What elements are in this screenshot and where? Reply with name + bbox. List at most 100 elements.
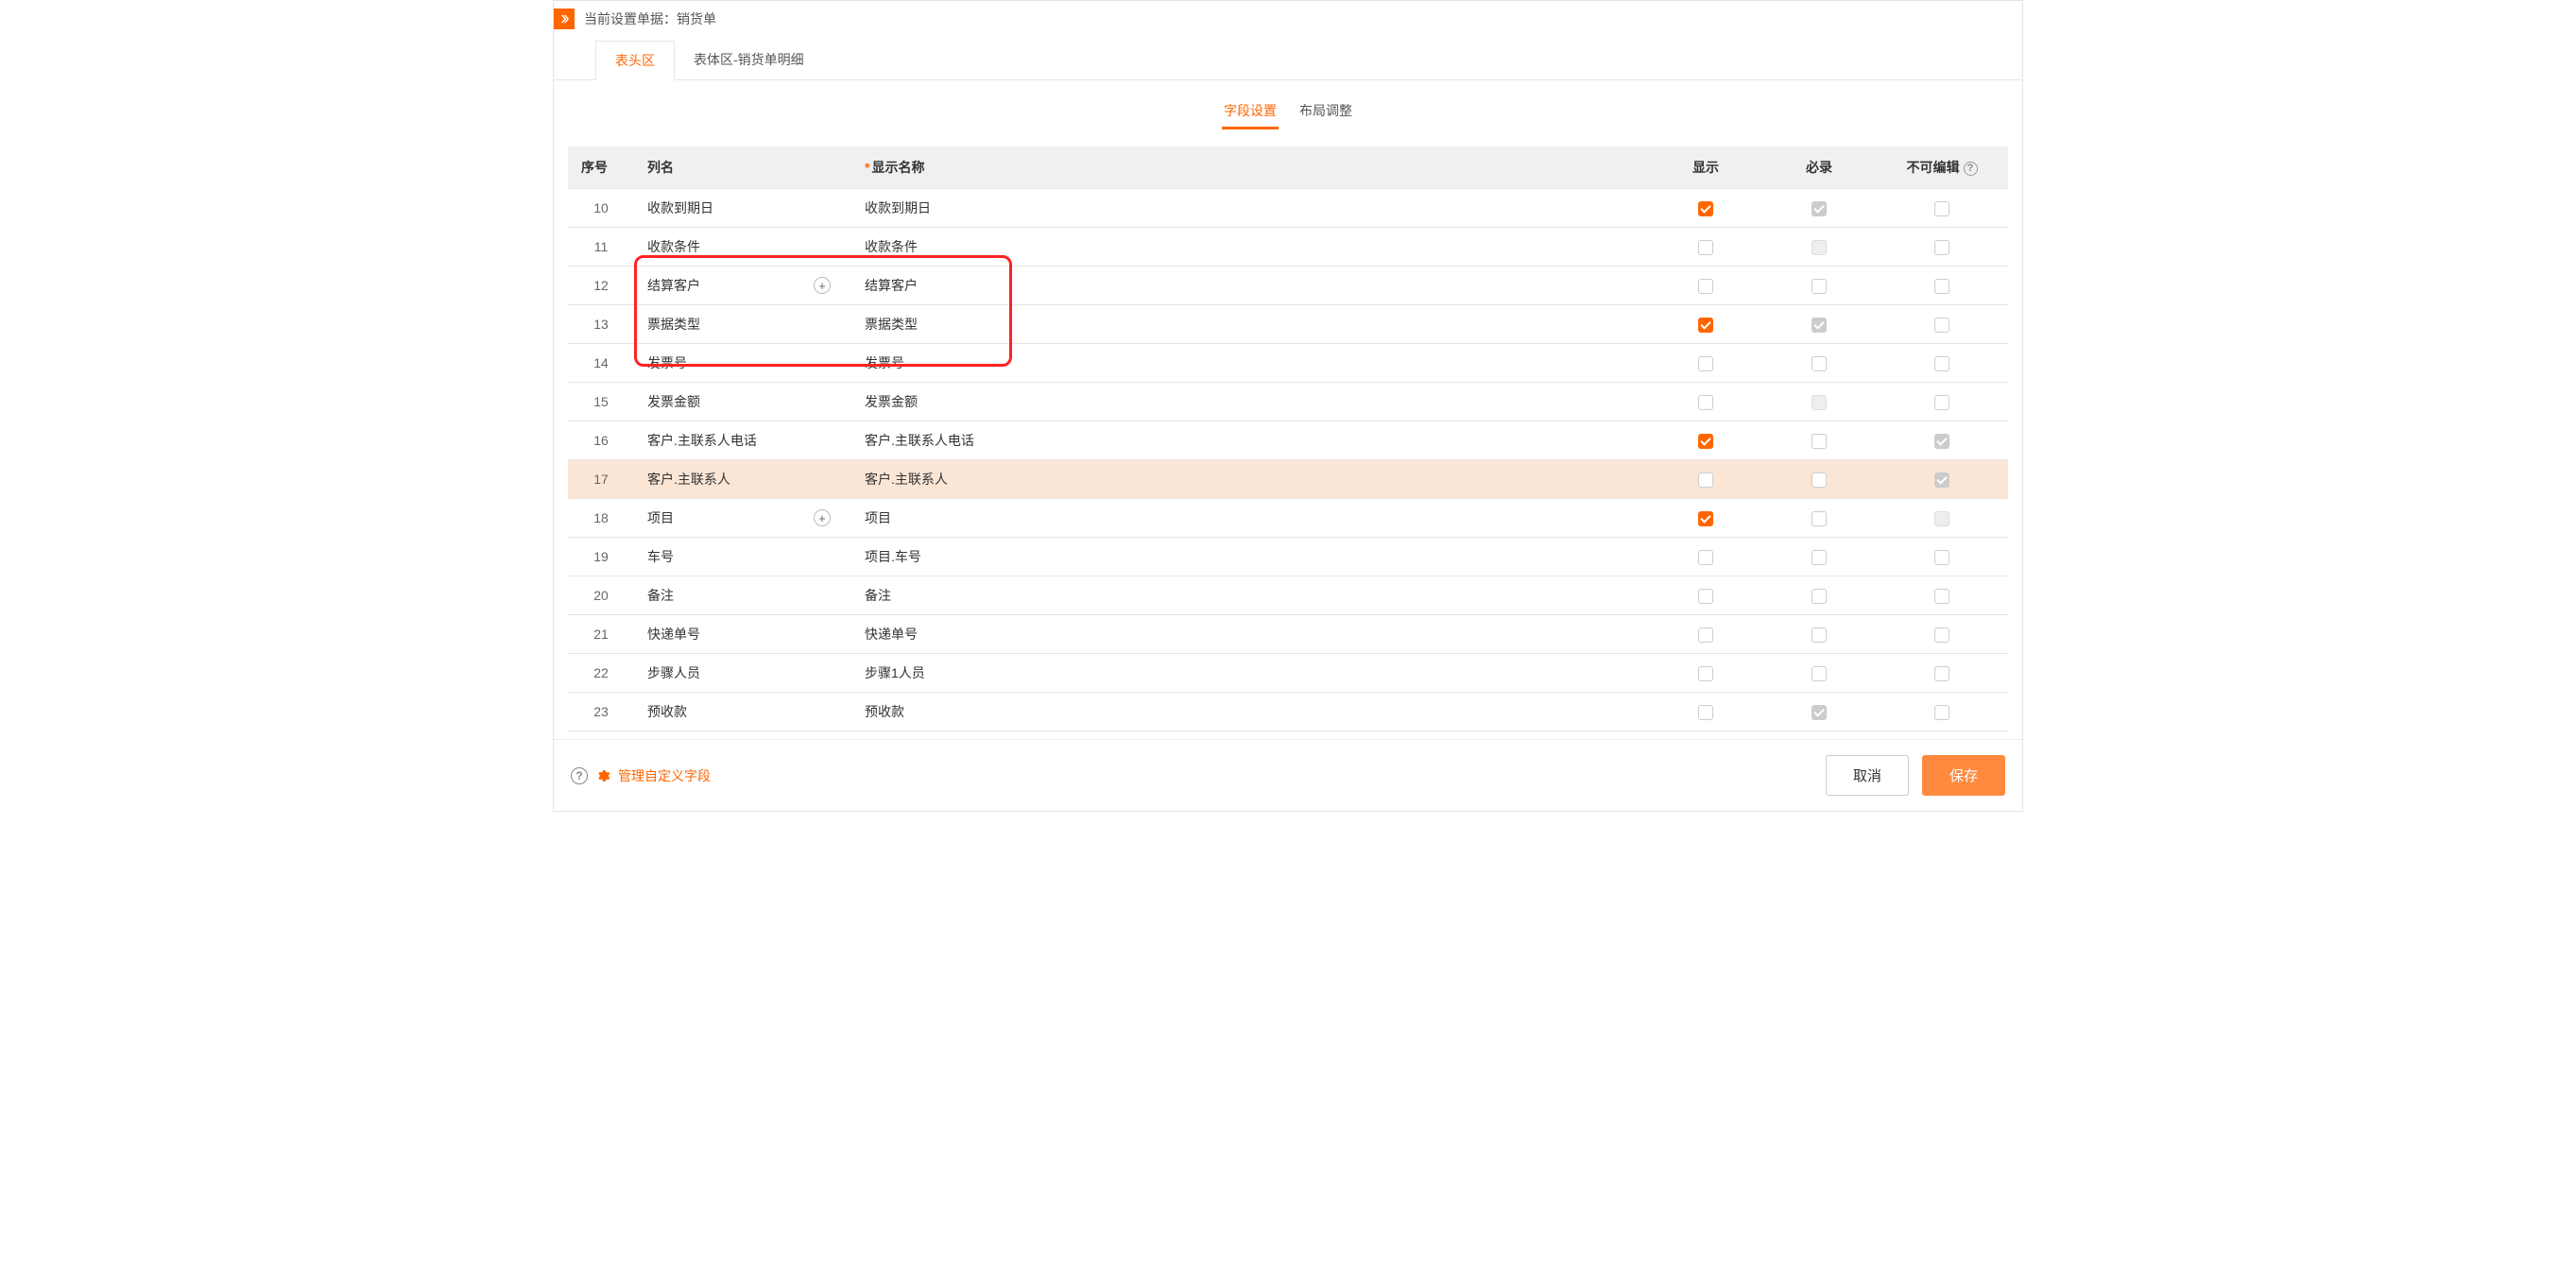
table-row[interactable]: 13票据类型票据类型 (568, 305, 2008, 344)
checkbox-required[interactable] (1812, 627, 1827, 643)
checkbox-show[interactable] (1698, 666, 1713, 681)
checkbox-required (1812, 201, 1827, 216)
checkbox-show[interactable] (1698, 550, 1713, 565)
row-seq: 23 (568, 693, 634, 731)
row-name: 项目+ (634, 499, 851, 538)
checkbox-noneditable[interactable] (1934, 395, 1949, 410)
sub-tab-1[interactable]: 布局调整 (1297, 97, 1354, 129)
gear-icon (595, 768, 610, 783)
checkbox-noneditable[interactable] (1934, 201, 1949, 216)
table-row[interactable]: 21快递单号快递单号 (568, 615, 2008, 654)
table-row[interactable]: 15发票金额发票金额 (568, 383, 2008, 421)
checkbox-show[interactable] (1698, 395, 1713, 410)
checkbox-required[interactable] (1812, 511, 1827, 526)
checkbox-noneditable[interactable] (1934, 705, 1949, 720)
save-button[interactable]: 保存 (1922, 755, 2005, 796)
table-row[interactable]: 14发票号发票号 (568, 344, 2008, 383)
checkbox-required (1812, 318, 1827, 333)
checkbox-required[interactable] (1812, 356, 1827, 371)
checkbox-show[interactable] (1698, 201, 1713, 216)
col-non-editable: 不可编辑? (1876, 146, 2008, 189)
row-display-name[interactable]: 客户.主联系人 (851, 460, 1649, 499)
row-display-name[interactable]: 发票金额 (851, 383, 1649, 421)
table-row[interactable]: 22步骤人员步骤1人员 (568, 654, 2008, 693)
row-seq: 11 (568, 228, 634, 266)
checkbox-noneditable[interactable] (1934, 666, 1949, 681)
checkbox-noneditable[interactable] (1934, 240, 1949, 255)
table-row[interactable]: 19车号项目.车号 (568, 538, 2008, 576)
checkbox-noneditable[interactable] (1934, 356, 1949, 371)
row-display-name[interactable]: 收款条件 (851, 228, 1649, 266)
table-row[interactable]: 16客户.主联系人电话客户.主联系人电话 (568, 421, 2008, 460)
row-display-name[interactable]: 预收款 (851, 693, 1649, 731)
row-seq: 18 (568, 499, 634, 538)
checkbox-noneditable[interactable] (1934, 589, 1949, 604)
row-name: 收款到期日 (634, 189, 851, 228)
checkbox-noneditable[interactable] (1934, 627, 1949, 643)
checkbox-show[interactable] (1698, 627, 1713, 643)
help-icon[interactable]: ? (571, 767, 588, 784)
checkbox-show[interactable] (1698, 279, 1713, 294)
checkbox-noneditable (1934, 511, 1949, 526)
checkbox-required[interactable] (1812, 434, 1827, 449)
checkbox-show[interactable] (1698, 318, 1713, 333)
table-row[interactable]: 17客户.主联系人客户.主联系人 (568, 460, 2008, 499)
table-row[interactable]: 20备注备注 (568, 576, 2008, 615)
row-name: 步骤人员 (634, 654, 851, 693)
row-name: 预收款 (634, 693, 851, 731)
row-seq: 10 (568, 189, 634, 228)
row-seq: 17 (568, 460, 634, 499)
row-name: 结算客户+ (634, 266, 851, 305)
checkbox-required[interactable] (1812, 589, 1827, 604)
sub-tab-0[interactable]: 字段设置 (1222, 97, 1279, 129)
col-display-name: *显示名称 (851, 146, 1649, 189)
row-display-name[interactable]: 票据类型 (851, 305, 1649, 344)
checkbox-show[interactable] (1698, 356, 1713, 371)
row-seq: 22 (568, 654, 634, 693)
checkbox-noneditable[interactable] (1934, 318, 1949, 333)
checkbox-required[interactable] (1812, 279, 1827, 294)
checkbox-required (1812, 240, 1827, 255)
row-name: 车号 (634, 538, 851, 576)
row-name: 收款条件 (634, 228, 851, 266)
plus-icon[interactable]: + (814, 509, 831, 526)
field-settings-table: 序号 列名 *显示名称 显示 必录 不可编辑? 10收款到期日收款到期日11收款… (568, 146, 2008, 731)
col-name: 列名 (634, 146, 851, 189)
row-name: 快递单号 (634, 615, 851, 654)
row-display-name[interactable]: 备注 (851, 576, 1649, 615)
row-display-name[interactable]: 项目.车号 (851, 538, 1649, 576)
checkbox-required[interactable] (1812, 473, 1827, 488)
tab-1[interactable]: 表体区-销货单明细 (675, 41, 823, 79)
row-display-name[interactable]: 收款到期日 (851, 189, 1649, 228)
checkbox-noneditable (1934, 473, 1949, 488)
checkbox-show[interactable] (1698, 434, 1713, 449)
checkbox-show[interactable] (1698, 511, 1713, 526)
table-row[interactable]: 11收款条件收款条件 (568, 228, 2008, 266)
checkbox-required[interactable] (1812, 550, 1827, 565)
checkbox-required[interactable] (1812, 666, 1827, 681)
tab-0[interactable]: 表头区 (595, 41, 675, 80)
row-display-name[interactable]: 快递单号 (851, 615, 1649, 654)
row-display-name[interactable]: 项目 (851, 499, 1649, 538)
help-icon[interactable]: ? (1964, 162, 1978, 176)
manage-custom-fields-link[interactable]: 管理自定义字段 (618, 766, 711, 785)
expand-sidebar-icon[interactable] (554, 9, 575, 29)
row-seq: 14 (568, 344, 634, 383)
row-display-name[interactable]: 发票号 (851, 344, 1649, 383)
cancel-button[interactable]: 取消 (1826, 755, 1909, 796)
checkbox-show[interactable] (1698, 589, 1713, 604)
row-display-name[interactable]: 客户.主联系人电话 (851, 421, 1649, 460)
checkbox-noneditable[interactable] (1934, 550, 1949, 565)
checkbox-show[interactable] (1698, 240, 1713, 255)
table-row[interactable]: 18项目+项目 (568, 499, 2008, 538)
checkbox-noneditable[interactable] (1934, 279, 1949, 294)
table-row[interactable]: 23预收款预收款 (568, 693, 2008, 731)
plus-icon[interactable]: + (814, 277, 831, 294)
checkbox-show[interactable] (1698, 473, 1713, 488)
checkbox-show[interactable] (1698, 705, 1713, 720)
row-display-name[interactable]: 结算客户 (851, 266, 1649, 305)
checkbox-required (1812, 395, 1827, 410)
table-row[interactable]: 12结算客户+结算客户 (568, 266, 2008, 305)
table-row[interactable]: 10收款到期日收款到期日 (568, 189, 2008, 228)
row-display-name[interactable]: 步骤1人员 (851, 654, 1649, 693)
